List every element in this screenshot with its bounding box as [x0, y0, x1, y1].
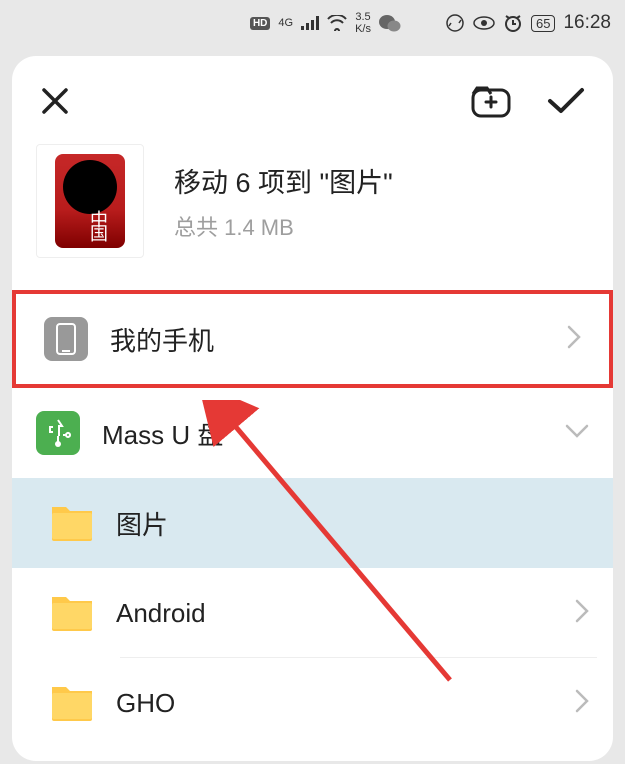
- phone-icon: [44, 317, 88, 361]
- network-speed: 3.5K/s: [355, 11, 371, 35]
- storage-usb[interactable]: Mass U 盘: [12, 388, 613, 478]
- folder-label: GHO: [116, 688, 575, 719]
- wechat-icon: [379, 14, 401, 32]
- close-icon: [40, 86, 70, 116]
- storage-my-phone[interactable]: 我的手机: [20, 294, 605, 384]
- chevron-right-icon: [575, 689, 589, 718]
- folder-icon: [50, 501, 94, 545]
- hd-icon: HD: [250, 17, 270, 30]
- signal-icon: [301, 16, 319, 30]
- sync-icon: [445, 13, 465, 33]
- move-dialog: 中国 移动 6 项到 "图片" 总共 1.4 MB 我的手机 Mass U 盘: [12, 56, 613, 761]
- eye-icon: [473, 16, 495, 30]
- storage-label: 我的手机: [110, 321, 567, 358]
- clock: 16:28: [563, 12, 611, 34]
- status-bar: HD 4G 3.5K/s 65 16:28: [0, 0, 625, 46]
- item-thumbnail: 中国: [36, 144, 144, 258]
- dialog-header: [12, 56, 613, 136]
- close-button[interactable]: [40, 86, 70, 116]
- storage-label: Mass U 盘: [102, 415, 565, 452]
- folder-pictures[interactable]: 图片: [12, 478, 613, 568]
- folder-icon: [50, 681, 94, 725]
- battery-indicator: 65: [531, 15, 555, 32]
- chevron-right-icon: [575, 599, 589, 628]
- check-icon: [547, 87, 585, 115]
- folder-android[interactable]: Android: [12, 568, 613, 658]
- folder-label: Android: [116, 598, 575, 629]
- folder-label: 图片: [116, 505, 589, 542]
- wifi-icon: [327, 15, 347, 31]
- chevron-right-icon: [567, 325, 581, 354]
- signal-4g-label: 4G: [278, 17, 293, 29]
- folder-gho[interactable]: GHO: [12, 658, 613, 748]
- folder-plus-icon: [471, 84, 511, 118]
- folder-icon: [50, 591, 94, 635]
- new-folder-button[interactable]: [471, 84, 511, 118]
- location-list: 我的手机 Mass U 盘 图片 Android: [12, 294, 613, 748]
- alarm-icon: [503, 13, 523, 33]
- move-summary: 中国 移动 6 项到 "图片" 总共 1.4 MB: [12, 136, 613, 290]
- chevron-down-icon: [565, 424, 589, 443]
- dialog-title: 移动 6 项到 "图片": [174, 161, 393, 200]
- dialog-subtitle: 总共 1.4 MB: [174, 210, 393, 242]
- confirm-button[interactable]: [547, 87, 585, 115]
- usb-icon: [36, 411, 80, 455]
